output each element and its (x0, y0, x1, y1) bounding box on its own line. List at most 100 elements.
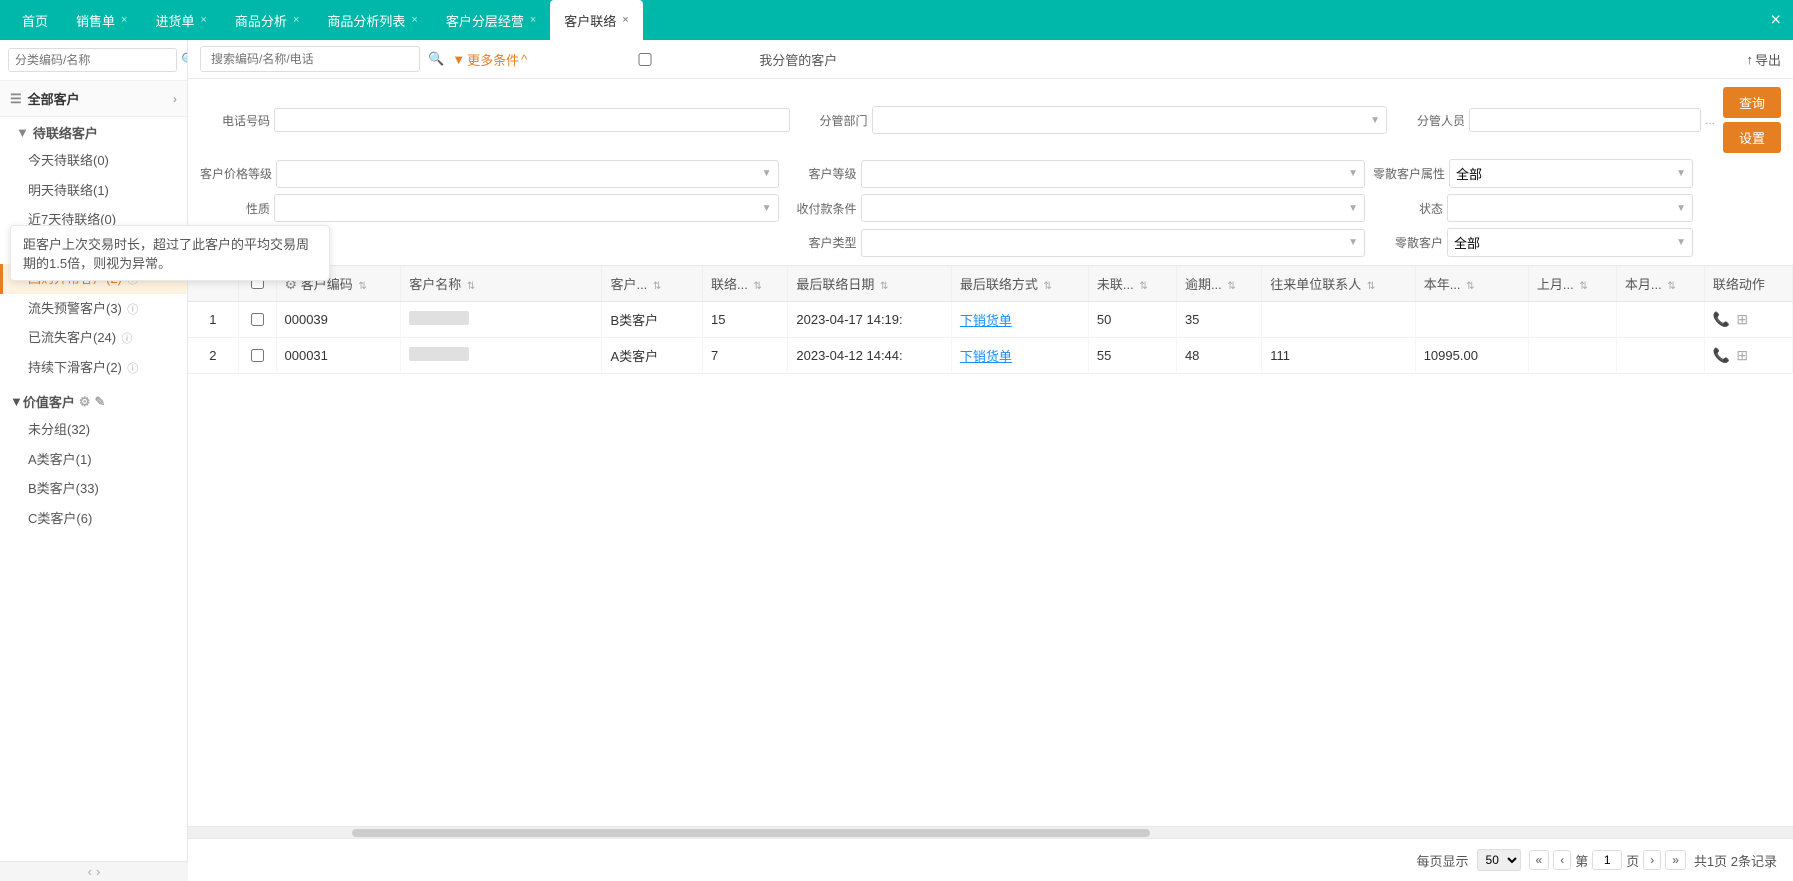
nav-customer-tier[interactable]: 客户分层经营 × (432, 0, 550, 40)
value-customer-group[interactable]: ▼ 价值客户 ⚙ ✎ (0, 386, 187, 415)
sidebar-expand-icon[interactable]: › (173, 92, 177, 106)
total-label: 共1页 2条记录 (1694, 851, 1777, 870)
nav-purchase[interactable]: 进货单 × (141, 0, 220, 40)
last-page-btn[interactable]: » (1665, 850, 1686, 870)
settings-button[interactable]: 设置 (1723, 122, 1781, 153)
sidebar-c-class[interactable]: C类客户(6) (0, 504, 187, 534)
search-icon[interactable]: 🔍 (428, 51, 444, 67)
close-analysis-icon[interactable]: × (293, 14, 299, 26)
sidebar-scroll-right[interactable]: › (96, 864, 100, 879)
row2-last-month (1528, 338, 1616, 374)
next-page-btn[interactable]: › (1643, 850, 1661, 870)
sidebar-scroll-left[interactable]: ‹ (88, 864, 92, 879)
status-select[interactable]: ▼ (1447, 194, 1693, 222)
row2-checkbox[interactable] (251, 349, 264, 362)
prev-page-btn[interactable]: ‹ (1553, 850, 1571, 870)
filter-dept: 分管部门 ▼ (798, 106, 1388, 134)
horizontal-scrollbar[interactable] (188, 826, 1793, 838)
sidebar-declining[interactable]: 持续下滑客户(2) ⓘ (0, 353, 187, 383)
close-contact-icon[interactable]: × (622, 14, 628, 26)
manager-input[interactable] (1469, 108, 1701, 132)
sidebar-churned[interactable]: 已流失客户(24) ⓘ (0, 323, 187, 353)
th-this-year[interactable]: 本年... ⇅ (1415, 266, 1528, 302)
close-purchase-icon[interactable]: × (200, 14, 206, 26)
table-area: ⚙ 客户编码 ⇅ 客户名称 ⇅ 客户... ⇅ (188, 266, 1793, 838)
th-category[interactable]: 客户... ⇅ (602, 266, 703, 302)
my-customers-checkbox-label[interactable]: 我分管的客户 (535, 50, 837, 69)
customer-level-select[interactable]: ▼ (861, 160, 1366, 188)
th-name[interactable]: 客户名称 ⇅ (401, 266, 602, 302)
row1-category: B类客户 (602, 302, 703, 338)
first-page-btn[interactable]: « (1529, 850, 1550, 870)
my-customers-checkbox[interactable] (535, 53, 755, 66)
th-last-date[interactable]: 最后联络日期 ⇅ (788, 266, 951, 302)
nav-analysis[interactable]: 商品分析 × (221, 0, 313, 40)
sidebar-unclassified[interactable]: 未分组(32) (0, 415, 187, 445)
query-button[interactable]: 查询 (1723, 87, 1781, 118)
customer-table: ⚙ 客户编码 ⇅ 客户名称 ⇅ 客户... ⇅ (188, 266, 1793, 374)
search-input[interactable] (200, 46, 420, 72)
row1-phone-icon[interactable]: 📞 (1713, 311, 1730, 328)
filter-customer-type: 客户类型 ▼ (787, 229, 1366, 257)
top-nav: 首页 销售单 × 进货单 × 商品分析 × 商品分析列表 × 客户分层经营 × … (0, 0, 1793, 40)
th-contact-count[interactable]: 联络... ⇅ (703, 266, 788, 302)
manager-dots-btn[interactable]: ... (1705, 113, 1715, 127)
nature-arrow-icon: ▼ (762, 203, 772, 214)
price-level-select[interactable]: ▼ (276, 160, 778, 188)
page-nav: « ‹ 第 页 › » (1529, 850, 1686, 870)
row2-grid-icon[interactable]: ⊞ (1736, 347, 1748, 364)
payment-select[interactable]: ▼ (861, 194, 1366, 222)
sidebar-tomorrow-contact[interactable]: 明天待联络(1) (0, 176, 187, 206)
sidebar-search-icon[interactable]: 🔍 (181, 52, 188, 68)
row1-method-link[interactable]: 下销货单 (960, 313, 1012, 328)
sidebar: 🔍 ☰ 全部客户 › ▼ 待联络客户 今天待联络(0) 明天待联络(1) 近7天… (0, 40, 188, 881)
row2-unit-contacts: 111 (1262, 338, 1415, 374)
sort-contact-icon: ⇅ (754, 281, 762, 292)
row2-phone-icon[interactable]: 📞 (1713, 347, 1730, 364)
sidebar-today-contact[interactable]: 今天待联络(0) (0, 146, 187, 176)
sidebar-b-class[interactable]: B类客户(33) (0, 474, 187, 504)
nav-analysis-list[interactable]: 商品分析列表 × (313, 0, 431, 40)
value-group-edit-icon[interactable]: ✎ (95, 394, 106, 410)
row2-overdue: 48 (1176, 338, 1261, 374)
phone-input[interactable] (274, 108, 790, 132)
nav-home[interactable]: 首页 (8, 0, 62, 40)
value-group-settings-icon[interactable]: ⚙ (79, 394, 91, 410)
row1-grid-icon[interactable]: ⊞ (1736, 311, 1748, 328)
pending-contact-group[interactable]: ▼ 待联络客户 (0, 117, 187, 146)
close-analysis-list-icon[interactable]: × (411, 14, 417, 26)
retail-attr-select[interactable]: 全部 ▼ (1449, 159, 1693, 188)
content-area: 🔍 ▼ 更多条件 ^ 我分管的客户 ↑ 导出 电话号码 (188, 40, 1793, 881)
th-unreached[interactable]: 未联... ⇅ (1088, 266, 1176, 302)
retail-customer-select[interactable]: 全部 ▼ (1447, 228, 1693, 257)
row2-code: 000031 (276, 338, 401, 374)
sidebar-search-input[interactable] (8, 48, 177, 72)
page-number-input[interactable] (1592, 850, 1622, 870)
nav-sales[interactable]: 销售单 × (62, 0, 141, 40)
th-last-month[interactable]: 上月... ⇅ (1528, 266, 1616, 302)
sidebar-a-class[interactable]: A类客户(1) (0, 445, 187, 475)
all-customers-header[interactable]: ☰ 全部客户 › (0, 81, 187, 117)
row1-checkbox[interactable] (251, 313, 264, 326)
window-close-icon[interactable]: × (1770, 10, 1781, 31)
filter-customer-level: 客户等级 ▼ (787, 160, 1366, 188)
close-sales-icon[interactable]: × (121, 14, 127, 26)
close-tier-icon[interactable]: × (530, 14, 536, 26)
th-unit-contacts[interactable]: 往来单位联系人 ⇅ (1262, 266, 1415, 302)
sidebar-churn-warning[interactable]: 流失预警客户(3) ⓘ (0, 294, 187, 324)
nature-select[interactable]: ▼ (274, 194, 779, 222)
more-conditions-btn[interactable]: ▼ 更多条件 ^ (452, 50, 527, 69)
price-level-arrow-icon: ▼ (762, 168, 772, 179)
th-overdue[interactable]: 逾期... ⇅ (1176, 266, 1261, 302)
customer-type-select[interactable]: ▼ (861, 229, 1366, 257)
nav-customer-contact[interactable]: 客户联络 × (550, 0, 642, 40)
row1-unreached: 50 (1088, 302, 1176, 338)
th-last-method[interactable]: 最后联络方式 ⇅ (951, 266, 1088, 302)
info-icon-1: ⓘ (127, 304, 138, 316)
per-page-select[interactable]: 50 (1477, 849, 1521, 871)
th-this-month[interactable]: 本月... ⇅ (1616, 266, 1704, 302)
row2-method-link[interactable]: 下销货单 (960, 349, 1012, 364)
dept-select[interactable]: ▼ (872, 106, 1388, 134)
scrollbar-thumb[interactable] (352, 829, 1151, 837)
export-btn[interactable]: ↑ 导出 (1746, 50, 1781, 69)
